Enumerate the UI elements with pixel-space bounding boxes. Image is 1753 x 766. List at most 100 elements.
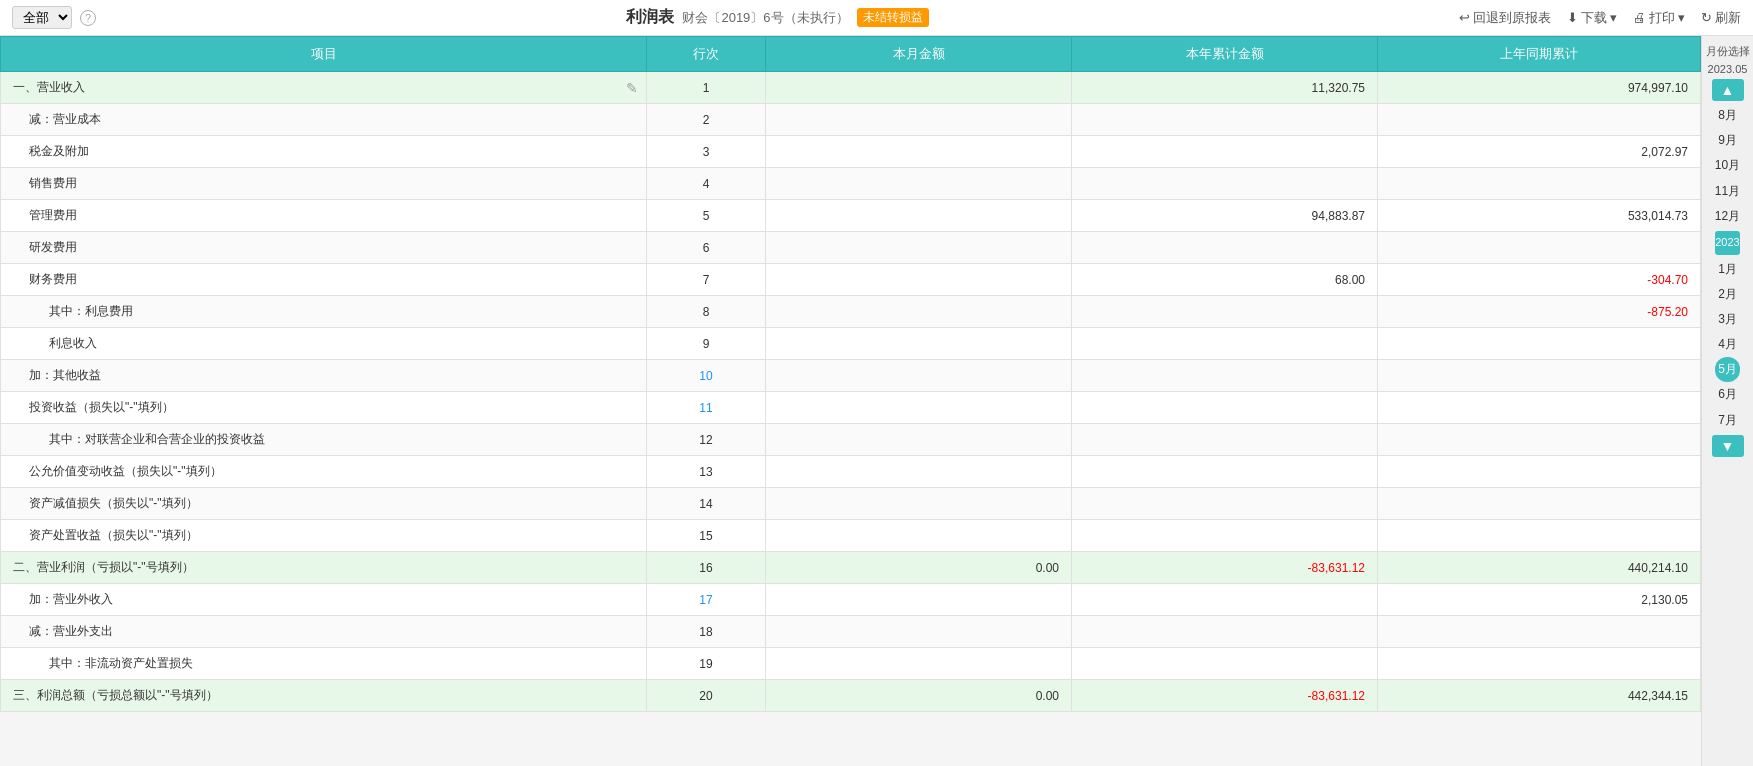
table-prev-amount-2: 2,072.97 xyxy=(1378,136,1701,168)
table-month-amount-18 xyxy=(766,648,1072,680)
table-month-amount-10 xyxy=(766,392,1072,424)
sidebar-month-3[interactable]: 11月 xyxy=(1711,179,1743,204)
table-month-amount-5 xyxy=(766,232,1072,264)
sidebar-month-1[interactable]: 9月 xyxy=(1711,128,1743,153)
table-prev-amount-14 xyxy=(1378,520,1701,552)
table-ytd-amount-4: 94,883.87 xyxy=(1072,200,1378,232)
sidebar-down-btn[interactable]: ▼ xyxy=(1712,435,1744,457)
sidebar-month-7[interactable]: 2月 xyxy=(1711,282,1743,307)
table-row-item-1: 减：营业成本 xyxy=(1,104,647,136)
table-month-amount-6 xyxy=(766,264,1072,296)
table-ytd-amount-19: -83,631.12 xyxy=(1072,680,1378,712)
download-button[interactable]: ⬇ 下载 ▾ xyxy=(1567,9,1617,27)
table-ytd-amount-6: 68.00 xyxy=(1072,264,1378,296)
sidebar-month-4[interactable]: 12月 xyxy=(1711,204,1743,229)
table-row-num-13: 14 xyxy=(647,488,766,520)
top-bar-actions: ↩ 回退到原报表 ⬇ 下载 ▾ 🖨 打印 ▾ ↻ 刷新 xyxy=(1459,9,1741,27)
table-ytd-amount-3 xyxy=(1072,168,1378,200)
table-month-amount-14 xyxy=(766,520,1072,552)
report-title: 利润表 xyxy=(626,7,674,28)
col-header-item: 项目 xyxy=(1,37,647,72)
table-row-item-11: 其中：对联营企业和合营企业的投资收益 xyxy=(1,424,647,456)
table-row-item-0: 一、营业收入✎ xyxy=(1,72,647,104)
table-row-num-3: 4 xyxy=(647,168,766,200)
top-bar-center: 利润表 财会〔2019〕6号（未执行） 未结转损益 xyxy=(626,7,928,28)
table-row-num-17: 18 xyxy=(647,616,766,648)
sidebar-month-6[interactable]: 1月 xyxy=(1711,257,1743,282)
col-header-ytd: 本年累计金额 xyxy=(1072,37,1378,72)
table-month-amount-3 xyxy=(766,168,1072,200)
table-ytd-amount-10 xyxy=(1072,392,1378,424)
sidebar-month-5[interactable]: 2023 xyxy=(1715,231,1739,255)
col-header-prev: 上年同期累计 xyxy=(1378,37,1701,72)
sidebar-month-8[interactable]: 3月 xyxy=(1711,307,1743,332)
col-header-rownum: 行次 xyxy=(647,37,766,72)
table-month-amount-11 xyxy=(766,424,1072,456)
table-row-item-7: 其中：利息费用 xyxy=(1,296,647,328)
sidebar-month-2[interactable]: 10月 xyxy=(1711,153,1743,178)
table-month-amount-13 xyxy=(766,488,1072,520)
profit-table: 项目 行次 本月金额 本年累计金额 上年同期累计 一、营业收入✎1 11,320.… xyxy=(0,36,1701,712)
table-row-num-9[interactable]: 10 xyxy=(647,360,766,392)
table-prev-amount-7: -875.20 xyxy=(1378,296,1701,328)
sidebar-month-0[interactable]: 8月 xyxy=(1711,103,1743,128)
sidebar-month-9[interactable]: 4月 xyxy=(1711,332,1743,357)
table-row-num-1: 2 xyxy=(647,104,766,136)
table-row-item-13: 资产减值损失（损失以"-"填列） xyxy=(1,488,647,520)
table-prev-amount-13 xyxy=(1378,488,1701,520)
table-ytd-amount-18 xyxy=(1072,648,1378,680)
table-month-amount-0 xyxy=(766,72,1072,104)
table-ytd-amount-0: 11,320.75 xyxy=(1072,72,1378,104)
right-sidebar: 月份选择 2023.05 ▲ 8月9月10月11月12月20231月2月3月4月… xyxy=(1701,36,1753,766)
scope-dropdown[interactable]: 全部 xyxy=(12,6,72,29)
edit-icon[interactable]: ✎ xyxy=(626,80,638,96)
table-row-num-14: 15 xyxy=(647,520,766,552)
table-month-amount-9 xyxy=(766,360,1072,392)
table-row-num-10[interactable]: 11 xyxy=(647,392,766,424)
table-ytd-amount-15: -83,631.12 xyxy=(1072,552,1378,584)
sidebar-current-year: 2023.05 xyxy=(1708,61,1748,77)
table-row-item-3: 销售费用 xyxy=(1,168,647,200)
sidebar-label: 月份选择 xyxy=(1702,40,1753,61)
table-prev-amount-19: 442,344.15 xyxy=(1378,680,1701,712)
status-badge: 未结转损益 xyxy=(857,8,929,27)
table-ytd-amount-8 xyxy=(1072,328,1378,360)
back-button[interactable]: ↩ 回退到原报表 xyxy=(1459,9,1551,27)
table-ytd-amount-2 xyxy=(1072,136,1378,168)
table-month-amount-2 xyxy=(766,136,1072,168)
table-row-num-12: 13 xyxy=(647,456,766,488)
table-month-amount-4 xyxy=(766,200,1072,232)
print-button[interactable]: 🖨 打印 ▾ xyxy=(1633,9,1685,27)
table-prev-amount-6: -304.70 xyxy=(1378,264,1701,296)
table-ytd-amount-12 xyxy=(1072,456,1378,488)
table-row-item-12: 公允价值变动收益（损失以"-"填列） xyxy=(1,456,647,488)
table-row-item-4: 管理费用 xyxy=(1,200,647,232)
table-prev-amount-8 xyxy=(1378,328,1701,360)
table-row-num-0: 1 xyxy=(647,72,766,104)
sidebar-month-12[interactable]: 7月 xyxy=(1711,408,1743,433)
table-row-item-19: 三、利润总额（亏损总额以"-"号填列） xyxy=(1,680,647,712)
main-container: 项目 行次 本月金额 本年累计金额 上年同期累计 一、营业收入✎1 11,320.… xyxy=(0,36,1753,766)
table-row-num-4: 5 xyxy=(647,200,766,232)
sidebar-month-11[interactable]: 6月 xyxy=(1711,382,1743,407)
table-ytd-amount-13 xyxy=(1072,488,1378,520)
table-month-amount-8 xyxy=(766,328,1072,360)
table-row-num-2: 3 xyxy=(647,136,766,168)
col-header-month: 本月金额 xyxy=(766,37,1072,72)
table-prev-amount-10 xyxy=(1378,392,1701,424)
table-prev-amount-12 xyxy=(1378,456,1701,488)
sidebar-up-btn[interactable]: ▲ xyxy=(1712,79,1744,101)
sidebar-months: 8月9月10月11月12月20231月2月3月4月5月6月7月 xyxy=(1711,103,1743,433)
refresh-button[interactable]: ↻ 刷新 xyxy=(1701,9,1741,27)
help-icon[interactable]: ? xyxy=(80,10,96,26)
table-month-amount-19: 0.00 xyxy=(766,680,1072,712)
table-prev-amount-0: 974,997.10 xyxy=(1378,72,1701,104)
table-row-num-8: 9 xyxy=(647,328,766,360)
table-row-num-5: 6 xyxy=(647,232,766,264)
table-prev-amount-9 xyxy=(1378,360,1701,392)
table-row-num-16[interactable]: 17 xyxy=(647,584,766,616)
sidebar-month-10[interactable]: 5月 xyxy=(1715,357,1739,382)
table-row-num-18: 19 xyxy=(647,648,766,680)
table-prev-amount-4: 533,014.73 xyxy=(1378,200,1701,232)
table-header-row: 项目 行次 本月金额 本年累计金额 上年同期累计 xyxy=(1,37,1701,72)
